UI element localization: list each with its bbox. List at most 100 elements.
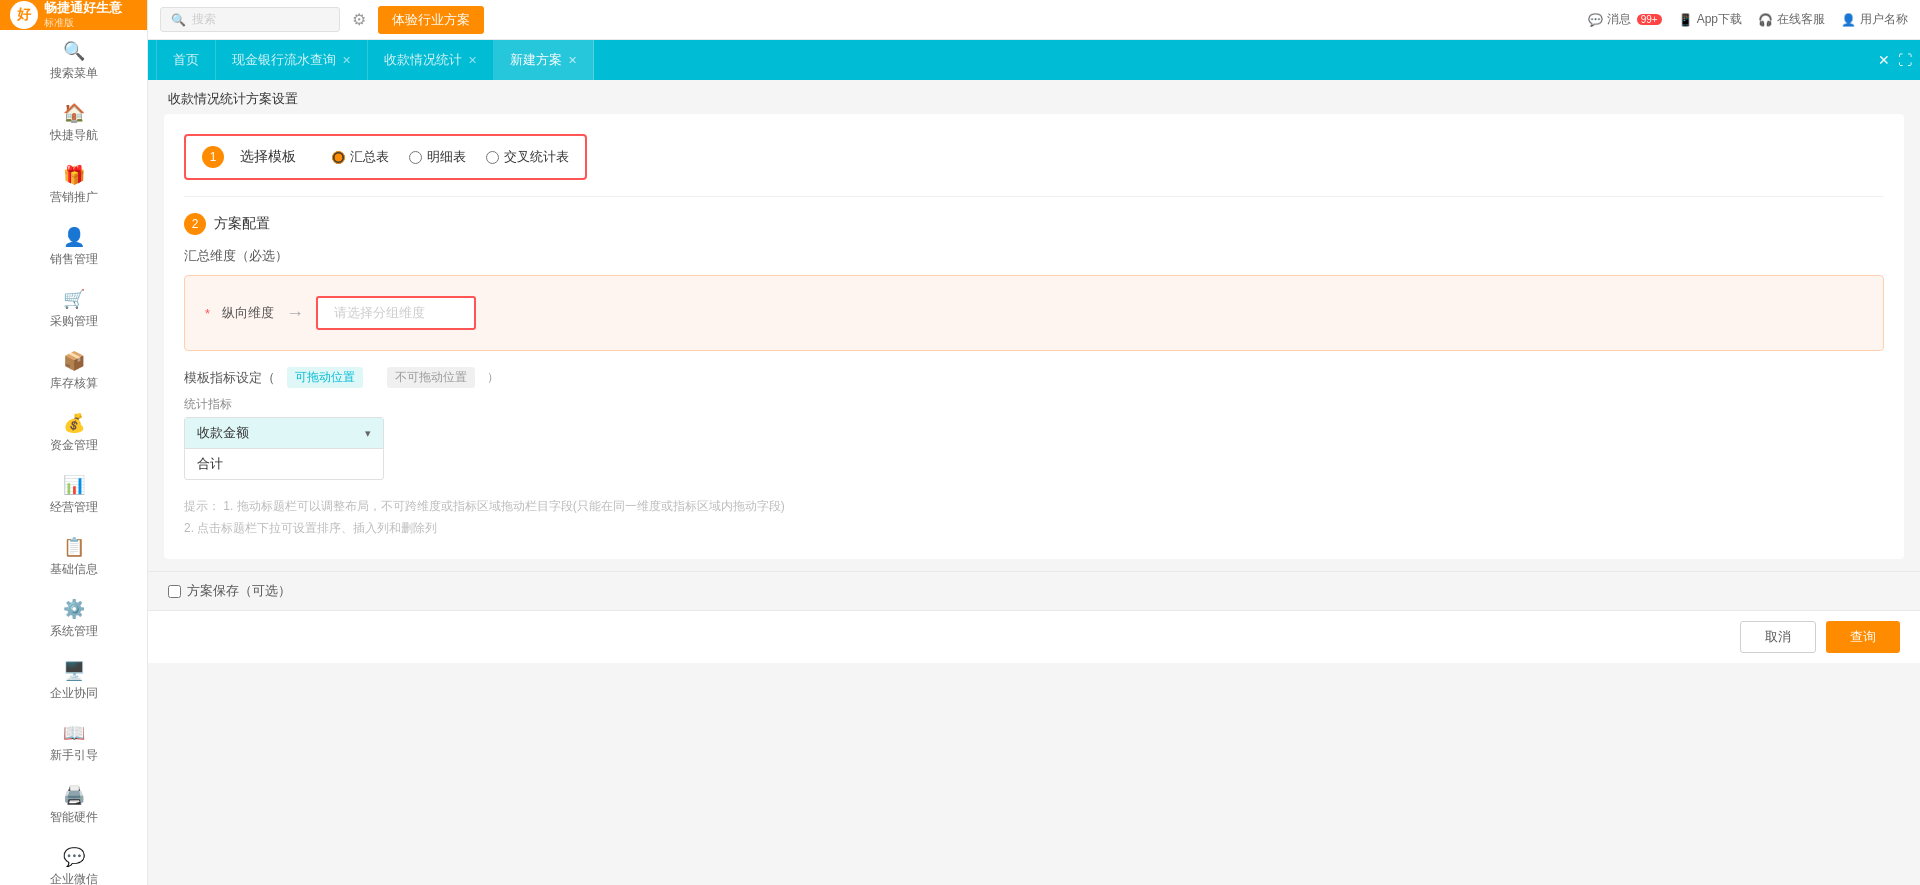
tab-cashflow[interactable]: 现金银行流水查询 ✕ xyxy=(216,40,368,80)
required-star: * xyxy=(205,306,210,321)
step2-row: 2 方案配置 xyxy=(184,213,1884,235)
vertical-dim-label: 纵向维度 xyxy=(222,304,274,322)
tab-home[interactable]: 首页 xyxy=(156,40,216,80)
message-icon: 💬 xyxy=(1588,13,1603,27)
stats-total-row: 合计 xyxy=(185,449,383,479)
download-icon: 📱 xyxy=(1678,13,1693,27)
main-area: 🔍 搜索 ⚙ 体验行业方案 💬 消息 99+ 📱 App下载 🎧 在线客服 👤 … xyxy=(148,0,1920,885)
sidebar-item-wechat[interactable]: 💬 企业微信 xyxy=(0,836,147,885)
sidebar-item-purchase[interactable]: 🛒 采购管理 xyxy=(0,278,147,340)
template-section: 1 选择模板 汇总表 明细表 xyxy=(184,134,587,180)
chart-icon: 📊 xyxy=(63,474,85,496)
radio-summary[interactable]: 汇总表 xyxy=(332,148,389,166)
gear-icon: ⚙️ xyxy=(63,598,85,620)
industry-btn[interactable]: 体验行业方案 xyxy=(378,6,484,34)
user-icon: 👤 xyxy=(63,226,85,248)
dimension-select[interactable]: 请选择分组维度 xyxy=(316,296,476,330)
sidebar-item-sales[interactable]: 👤 销售管理 xyxy=(0,216,147,278)
sidebar-item-search[interactable]: 🔍 搜索菜单 xyxy=(0,30,147,92)
box-icon: 📦 xyxy=(63,350,85,372)
hint-area: 提示： 1. 拖动标题栏可以调整布局，不可跨维度或指标区域拖动栏目字段(只能在同… xyxy=(184,496,1884,539)
search-icon: 🔍 xyxy=(63,40,85,62)
step2-label: 方案配置 xyxy=(214,215,270,233)
sidebar-item-finance[interactable]: 💰 资金管理 xyxy=(0,402,147,464)
message-btn[interactable]: 💬 消息 99+ xyxy=(1588,11,1662,28)
sidebar-item-system[interactable]: ⚙️ 系统管理 xyxy=(0,588,147,650)
message-badge: 99+ xyxy=(1637,14,1662,25)
tab-new-plan[interactable]: 新建方案 ✕ xyxy=(494,40,594,80)
save-checkbox-row: 方案保存（可选） xyxy=(168,582,1900,600)
sidebar-item-quicknav[interactable]: 🏠 快捷导航 xyxy=(0,92,147,154)
dimension-row: * 纵向维度 → 请选择分组维度 xyxy=(205,296,1863,330)
download-btn[interactable]: 📱 App下载 xyxy=(1678,11,1742,28)
page-title: 收款情况统计方案设置 xyxy=(148,80,1920,114)
topbar-right: 💬 消息 99+ 📱 App下载 🎧 在线客服 👤 用户名称 xyxy=(1588,11,1908,28)
headset-icon: 🎧 xyxy=(1758,13,1773,27)
book-icon: 📖 xyxy=(63,722,85,744)
divider1 xyxy=(184,196,1884,197)
stats-table-wrap: 统计指标 收款金额 ▾ 合计 xyxy=(184,396,384,480)
indicator-label-row: 模板指标设定（ 可拖动位置 不可拖动位置 ） xyxy=(184,367,1884,388)
list-icon: 📋 xyxy=(63,536,85,558)
service-btn[interactable]: 🎧 在线客服 xyxy=(1758,11,1825,28)
search-bar[interactable]: 🔍 搜索 xyxy=(160,7,340,32)
step1-num: 1 xyxy=(202,146,224,168)
sidebar-logo: 好 畅捷通好生意 标准版 xyxy=(0,0,147,30)
logo-badge: 标准版 xyxy=(44,16,122,30)
monitor-icon: 🖥️ xyxy=(63,660,85,682)
home-icon: 🏠 xyxy=(63,102,85,124)
sidebar-item-hardware[interactable]: 🖨️ 智能硬件 xyxy=(0,774,147,836)
dimension-area: * 纵向维度 → 请选择分组维度 xyxy=(184,275,1884,351)
sidebar-item-inventory[interactable]: 📦 库存核算 xyxy=(0,340,147,402)
sidebar-item-basic[interactable]: 📋 基础信息 xyxy=(0,526,147,588)
indicator-section: 模板指标设定（ 可拖动位置 不可拖动位置 ） 统计指标 收款金额 ▾ 合计 xyxy=(184,367,1884,480)
content-area: 收款情况统计方案设置 1 选择模板 汇总表 xyxy=(148,80,1920,885)
tab-close-cashflow[interactable]: ✕ xyxy=(342,54,351,67)
arrow-icon: → xyxy=(286,303,304,324)
cancel-button[interactable]: 取消 xyxy=(1740,621,1816,653)
sidebar-item-marketing[interactable]: 🎁 营销推广 xyxy=(0,154,147,216)
tab-close-receipt[interactable]: ✕ xyxy=(468,54,477,67)
main-card: 1 选择模板 汇总表 明细表 xyxy=(164,114,1904,559)
chevron-down-icon: ▾ xyxy=(365,427,371,440)
hint-line2: 2. 点击标题栏下拉可设置排序、插入列和删除列 xyxy=(184,518,1884,540)
save-checkbox[interactable] xyxy=(168,585,181,598)
footer: 方案保存（可选） xyxy=(148,571,1920,610)
radio-detail[interactable]: 明细表 xyxy=(409,148,466,166)
chat-icon: 💬 xyxy=(63,846,85,868)
bottom-bar: 取消 查询 xyxy=(148,610,1920,663)
radio-cross-input[interactable] xyxy=(486,151,499,164)
settings-icon[interactable]: ⚙ xyxy=(352,10,366,29)
user-avatar[interactable]: 👤 用户名称 xyxy=(1841,11,1908,28)
money-icon: 💰 xyxy=(63,412,85,434)
tab-receipt[interactable]: 收款情况统计 ✕ xyxy=(368,40,494,80)
logo-icon: 好 xyxy=(10,1,38,29)
step1-label: 选择模板 xyxy=(240,148,296,166)
draggable-badge: 可拖动位置 xyxy=(287,367,363,388)
search-icon-topbar: 🔍 xyxy=(171,13,186,27)
radio-detail-input[interactable] xyxy=(409,151,422,164)
dimension-title: 汇总维度（必选） xyxy=(184,247,1884,265)
radio-cross[interactable]: 交叉统计表 xyxy=(486,148,569,166)
radio-summary-input[interactable] xyxy=(332,151,345,164)
tabbar-controls: ✕ ⛶ xyxy=(1878,52,1912,68)
step2-num: 2 xyxy=(184,213,206,235)
sidebar-item-operation[interactable]: 📊 经营管理 xyxy=(0,464,147,526)
tabbar: 首页 现金银行流水查询 ✕ 收款情况统计 ✕ 新建方案 ✕ ✕ ⛶ xyxy=(148,40,1920,80)
cart-icon: 🛒 xyxy=(63,288,85,310)
query-button[interactable]: 查询 xyxy=(1826,621,1900,653)
sidebar-item-corp[interactable]: 🖥️ 企业协同 xyxy=(0,650,147,712)
gift-icon: 🎁 xyxy=(63,164,85,186)
close-window-icon[interactable]: ✕ xyxy=(1878,52,1890,68)
printer-icon: 🖨️ xyxy=(63,784,85,806)
logo-text: 畅捷通好生意 xyxy=(44,0,122,16)
save-label: 方案保存（可选） xyxy=(187,582,291,600)
stats-table: 收款金额 ▾ 合计 xyxy=(184,417,384,480)
non-draggable-badge: 不可拖动位置 xyxy=(387,367,475,388)
stats-header[interactable]: 收款金额 ▾ xyxy=(185,418,383,449)
sidebar-item-newguide[interactable]: 📖 新手引导 xyxy=(0,712,147,774)
maximize-icon[interactable]: ⛶ xyxy=(1898,52,1912,68)
stats-section-label: 统计指标 xyxy=(184,396,384,413)
template-radio-group: 汇总表 明细表 交叉统计表 xyxy=(332,148,569,166)
tab-close-newplan[interactable]: ✕ xyxy=(568,54,577,67)
